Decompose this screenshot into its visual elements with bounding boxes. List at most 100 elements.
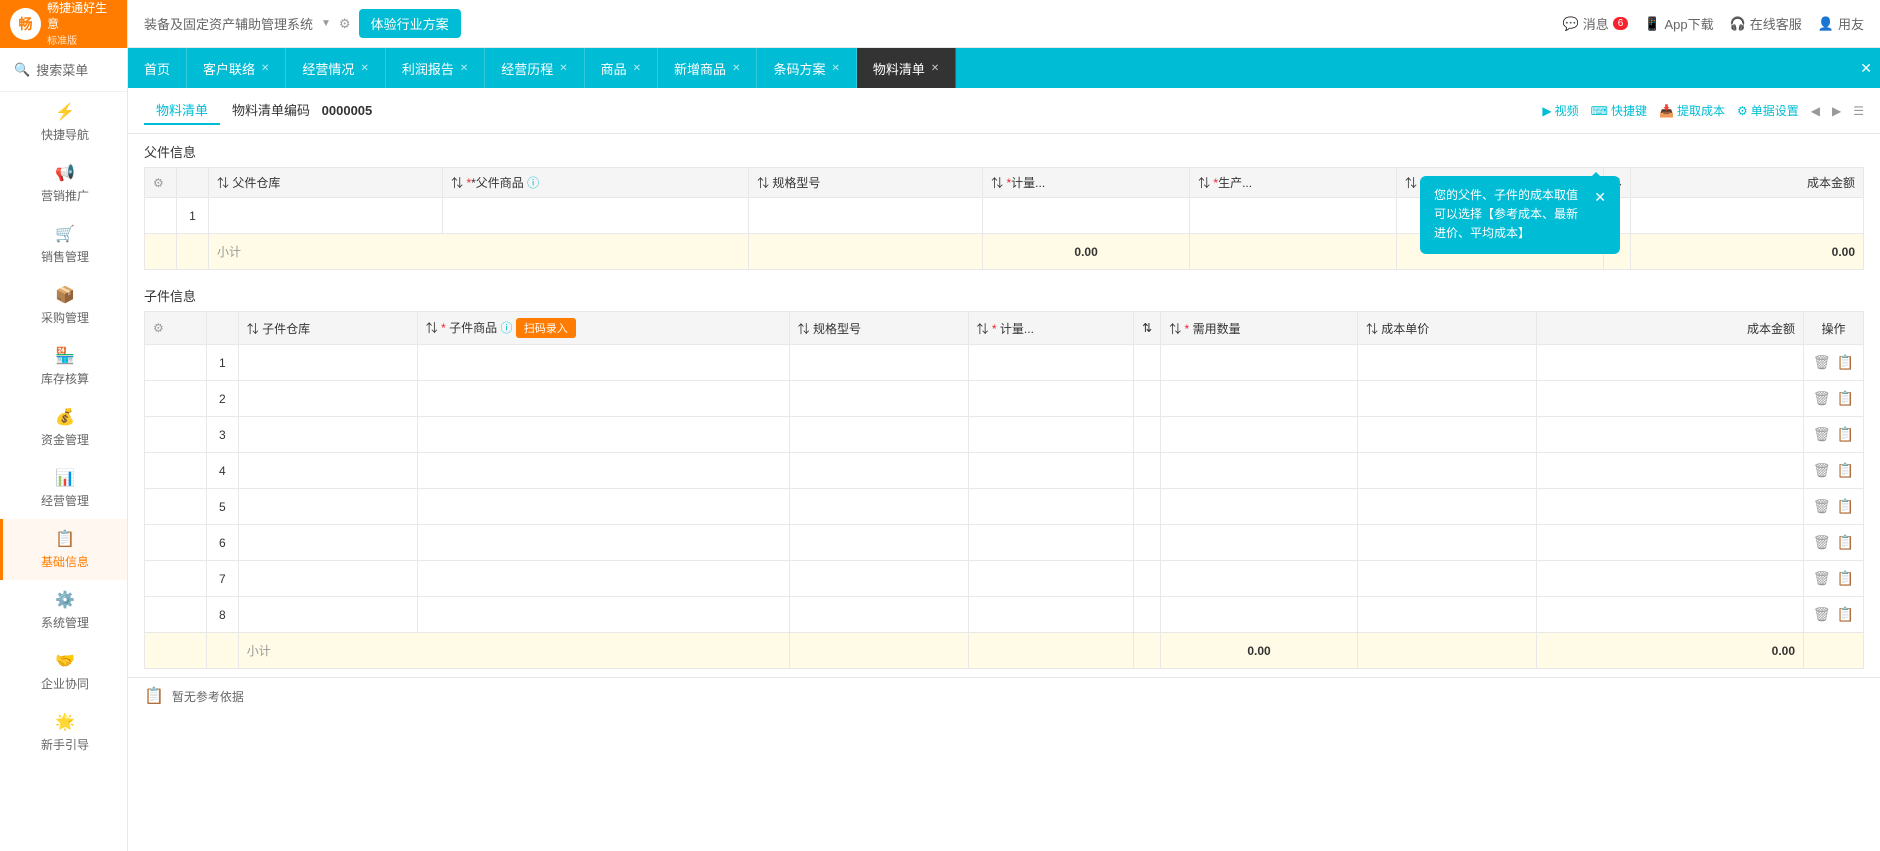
- child-spec-cell[interactable]: [789, 597, 968, 633]
- sidebar-search[interactable]: 🔍 搜索菜单: [0, 48, 127, 92]
- child-unit-cost-cell[interactable]: [1357, 417, 1536, 453]
- tab-close-icon[interactable]: ✕: [261, 63, 269, 74]
- search-menu-button[interactable]: 🔍 搜索菜单: [8, 56, 119, 83]
- nav-next-icon[interactable]: ▶: [1832, 104, 1841, 118]
- child-unit-cell[interactable]: [968, 489, 1134, 525]
- tab-close-icon[interactable]: ✕: [831, 63, 839, 74]
- sidebar-item-finance[interactable]: 💰 资金管理: [0, 397, 127, 458]
- child-warehouse-cell[interactable]: [238, 561, 417, 597]
- tab-close-icon[interactable]: ✕: [732, 63, 740, 74]
- child-spec-cell[interactable]: [789, 453, 968, 489]
- child-qty-cell[interactable]: [1161, 561, 1358, 597]
- child-qty-cell[interactable]: [1161, 489, 1358, 525]
- child-spec-cell[interactable]: [789, 525, 968, 561]
- system-dropdown-arrow[interactable]: ▼: [321, 18, 331, 29]
- parent-product-cell[interactable]: [443, 198, 749, 234]
- sidebar-item-system[interactable]: ⚙️ 系统管理: [0, 580, 127, 641]
- child-qty-cell[interactable]: [1161, 417, 1358, 453]
- copy-icon[interactable]: 📋: [1837, 570, 1854, 587]
- tab-history[interactable]: 经营历程 ✕: [485, 48, 584, 88]
- delete-icon[interactable]: 🗑: [1813, 570, 1831, 587]
- parent-warehouse-cell[interactable]: [209, 198, 443, 234]
- tab-operations[interactable]: 经营情况 ✕: [286, 48, 385, 88]
- child-warehouse-cell[interactable]: [238, 417, 417, 453]
- copy-icon[interactable]: 📋: [1837, 462, 1854, 479]
- delete-icon[interactable]: 🗑: [1813, 534, 1831, 551]
- child-unit-cost-cell[interactable]: [1357, 453, 1536, 489]
- child-spec-cell[interactable]: [789, 345, 968, 381]
- sidebar-item-quick-nav[interactable]: ⚡ 快捷导航: [0, 92, 127, 153]
- child-qty-cell[interactable]: [1161, 597, 1358, 633]
- child-unit-cost-cell[interactable]: [1357, 561, 1536, 597]
- scan-button[interactable]: 扫码录入: [516, 318, 576, 338]
- child-unit-cost-cell[interactable]: [1357, 345, 1536, 381]
- parent-gear-icon[interactable]: ⚙: [153, 176, 164, 190]
- tab-customer[interactable]: 客户联络 ✕: [187, 48, 286, 88]
- child-warehouse-cell[interactable]: [238, 525, 417, 561]
- nav-prev-icon[interactable]: ◀: [1811, 104, 1820, 118]
- tab-barcode[interactable]: 条码方案 ✕: [757, 48, 856, 88]
- delete-icon[interactable]: 🗑: [1813, 354, 1831, 371]
- view-video-link[interactable]: ▶ 视频: [1542, 102, 1578, 119]
- sidebar-item-purchase[interactable]: 📦 采购管理: [0, 275, 127, 336]
- child-spec-cell[interactable]: [789, 561, 968, 597]
- child-spec-cell[interactable]: [789, 417, 968, 453]
- messages-button[interactable]: 💬 消息 6: [1563, 14, 1629, 33]
- child-unit-cost-cell[interactable]: [1357, 489, 1536, 525]
- child-unit-cell[interactable]: [968, 417, 1134, 453]
- delete-icon[interactable]: 🗑: [1813, 426, 1831, 443]
- child-unit-cost-cell[interactable]: [1357, 597, 1536, 633]
- sidebar-item-guide[interactable]: 🌟 新手引导: [0, 702, 127, 763]
- child-product-cell[interactable]: [417, 453, 789, 489]
- child-unit-cell[interactable]: [968, 345, 1134, 381]
- sidebar-item-inventory[interactable]: 🏪 库存核算: [0, 336, 127, 397]
- child-warehouse-cell[interactable]: [238, 345, 417, 381]
- sidebar-item-enterprise[interactable]: 🤝 企业协同: [0, 641, 127, 702]
- online-service-button[interactable]: 🎧 在线客服: [1730, 14, 1802, 33]
- user-button[interactable]: 👤 用友: [1818, 14, 1864, 33]
- nav-expand-icon[interactable]: ☰: [1853, 104, 1864, 118]
- child-gear-icon[interactable]: ⚙: [153, 321, 164, 335]
- sidebar-item-sales[interactable]: 🛒 销售管理: [0, 214, 127, 275]
- extract-cost-link[interactable]: 📥 提取成本: [1659, 102, 1725, 119]
- parent-production-cell[interactable]: [1190, 198, 1397, 234]
- tab-close-icon[interactable]: ✕: [559, 63, 567, 74]
- child-product-cell[interactable]: [417, 597, 789, 633]
- child-product-cell[interactable]: [417, 417, 789, 453]
- child-unit-cost-cell[interactable]: [1357, 381, 1536, 417]
- sub-tab-bom[interactable]: 物料清单: [144, 96, 220, 125]
- child-spec-cell[interactable]: [789, 489, 968, 525]
- child-qty-cell[interactable]: [1161, 381, 1358, 417]
- copy-icon[interactable]: 📋: [1837, 498, 1854, 515]
- gear-settings-icon[interactable]: ⚙: [339, 16, 351, 32]
- single-settings-link[interactable]: ⚙ 单据设置: [1737, 102, 1799, 119]
- tab-close-icon[interactable]: ✕: [633, 63, 641, 74]
- copy-icon[interactable]: 📋: [1837, 606, 1854, 623]
- delete-icon[interactable]: 🗑: [1813, 462, 1831, 479]
- child-product-cell[interactable]: [417, 525, 789, 561]
- tab-bom[interactable]: 物料清单 ✕: [857, 48, 956, 88]
- child-warehouse-cell[interactable]: [238, 381, 417, 417]
- child-unit-cell[interactable]: [968, 381, 1134, 417]
- copy-icon[interactable]: 📋: [1837, 534, 1854, 551]
- tab-home[interactable]: 首页: [128, 48, 187, 88]
- parent-unit-cell[interactable]: [983, 198, 1190, 234]
- sidebar-item-basic-info[interactable]: 📋 基础信息: [0, 519, 127, 580]
- child-qty-cell[interactable]: [1161, 345, 1358, 381]
- child-warehouse-cell[interactable]: [238, 597, 417, 633]
- child-unit-cell[interactable]: [968, 561, 1134, 597]
- delete-icon[interactable]: 🗑: [1813, 498, 1831, 515]
- tab-add-goods[interactable]: 新增商品 ✕: [658, 48, 757, 88]
- app-download-button[interactable]: 📱 App下载: [1644, 14, 1713, 33]
- child-spec-cell[interactable]: [789, 381, 968, 417]
- global-close-icon[interactable]: ✕: [1860, 60, 1872, 77]
- tab-close-icon[interactable]: ✕: [931, 63, 939, 74]
- child-product-cell[interactable]: [417, 489, 789, 525]
- tooltip-close-button[interactable]: ✕: [1594, 186, 1606, 208]
- child-product-cell[interactable]: [417, 381, 789, 417]
- trial-button[interactable]: 体验行业方案: [359, 9, 461, 38]
- child-unit-cost-cell[interactable]: [1357, 525, 1536, 561]
- copy-icon[interactable]: 📋: [1837, 426, 1854, 443]
- tab-profit[interactable]: 利润报告 ✕: [386, 48, 485, 88]
- child-warehouse-cell[interactable]: [238, 453, 417, 489]
